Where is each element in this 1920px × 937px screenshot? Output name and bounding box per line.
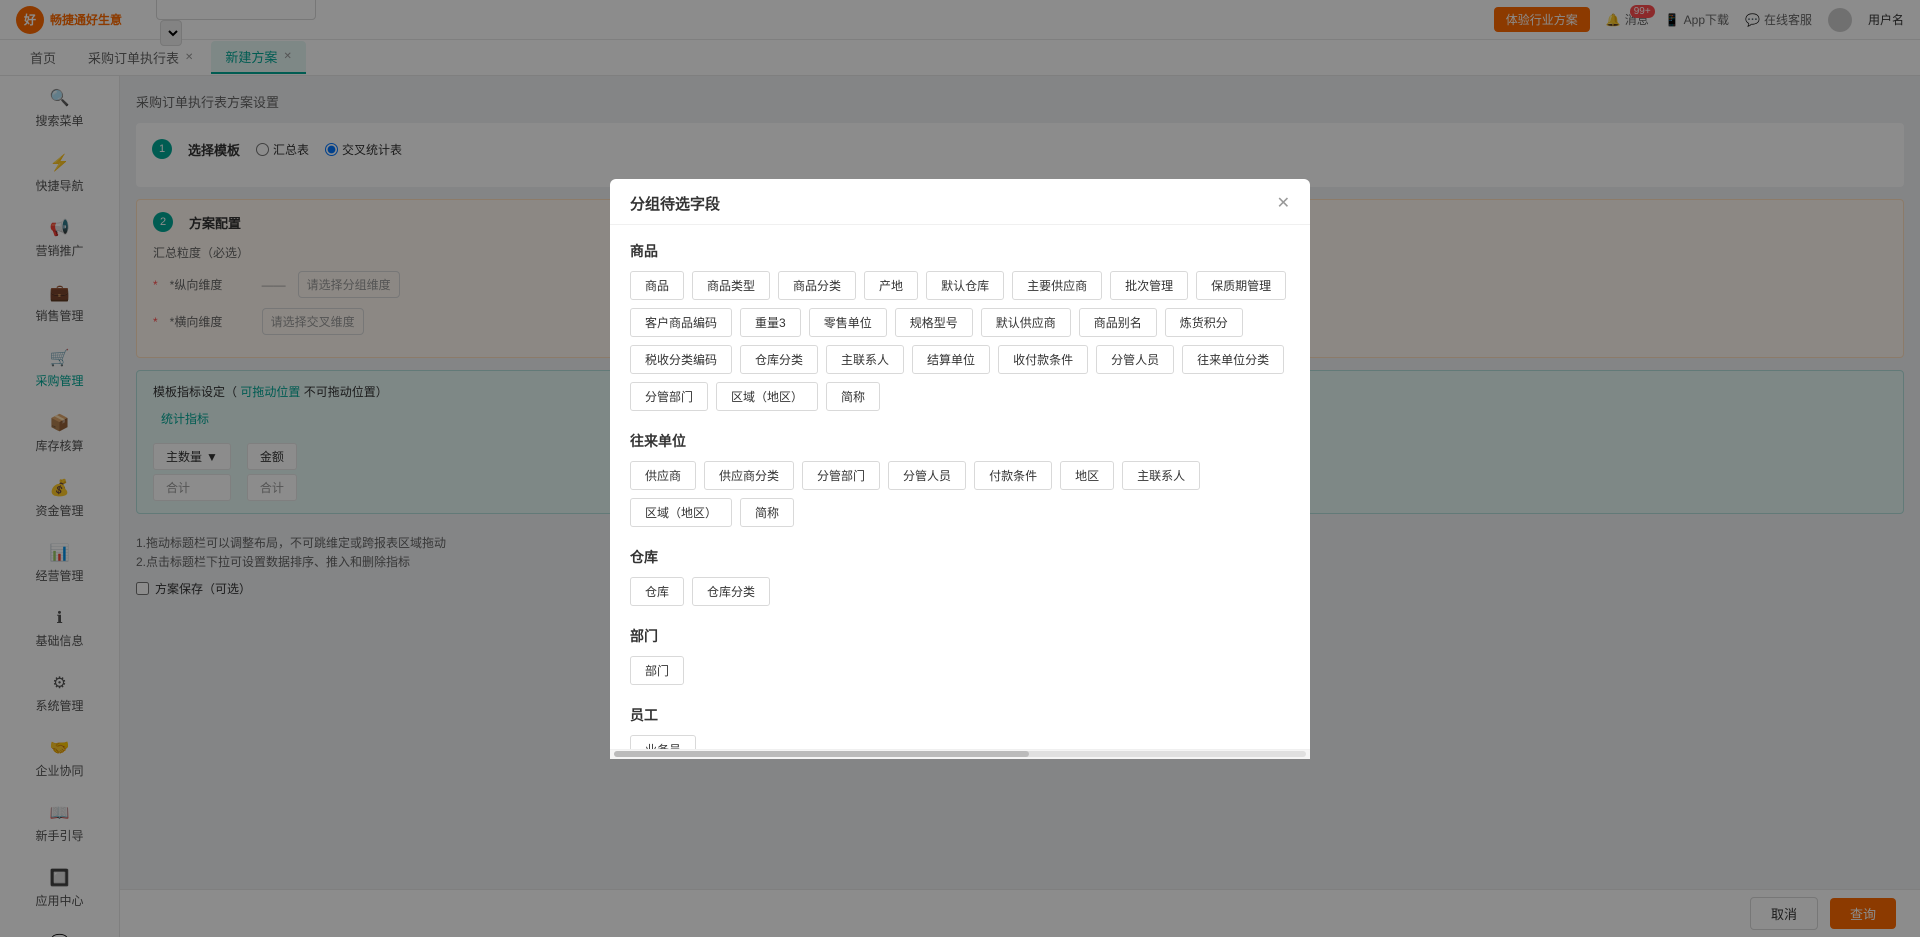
field-group-partner-title: 往来单位 — [630, 431, 1290, 451]
field-tag-refine-points[interactable]: 炼货积分 — [1165, 308, 1243, 337]
field-group-partner: 往来单位 供应商 供应商分类 分管部门 分管人员 付款条件 地区 主联系人 区域… — [630, 431, 1290, 527]
field-group-product: 商品 商品 商品类型 商品分类 产地 默认仓库 主要供应商 批次管理 保质期管理… — [630, 241, 1290, 411]
field-group-warehouse-title: 仓库 — [630, 547, 1290, 567]
field-tags-staff: 业务员 — [630, 735, 1290, 750]
field-tag-product-alias[interactable]: 商品别名 — [1079, 308, 1157, 337]
field-tag-supervisor-partner[interactable]: 分管人员 — [888, 461, 966, 490]
field-tag-main-contact-partner[interactable]: 主联系人 — [1122, 461, 1200, 490]
field-tag-default-supplier[interactable]: 默认供应商 — [981, 308, 1071, 337]
field-tag-warehouse-cat[interactable]: 仓库分类 — [692, 577, 770, 606]
modal-header: 分组待选字段 ✕ — [610, 179, 1310, 225]
field-tag-supplier-category[interactable]: 供应商分类 — [704, 461, 794, 490]
modal-field-select: 分组待选字段 ✕ 商品 商品 商品类型 商品分类 产地 默认仓库 主要供应商 批… — [610, 179, 1310, 759]
field-tag-spec-model[interactable]: 规格型号 — [895, 308, 973, 337]
field-tag-main-contact[interactable]: 主联系人 — [826, 345, 904, 374]
field-group-warehouse: 仓库 仓库 仓库分类 — [630, 547, 1290, 606]
field-tag-shelf-life[interactable]: 保质期管理 — [1196, 271, 1286, 300]
field-tag-supervisor[interactable]: 分管人员 — [1096, 345, 1174, 374]
modal-h-scrollbar[interactable] — [614, 751, 1306, 757]
modal-scrollbar-area — [610, 749, 1310, 758]
field-tag-main-supplier[interactable]: 主要供应商 — [1012, 271, 1102, 300]
field-tag-payment-terms[interactable]: 收付款条件 — [998, 345, 1088, 374]
field-group-product-title: 商品 — [630, 241, 1290, 261]
modal-overlay[interactable]: 分组待选字段 ✕ 商品 商品 商品类型 商品分类 产地 默认仓库 主要供应商 批… — [0, 0, 1920, 937]
field-tag-product-category[interactable]: 商品分类 — [778, 271, 856, 300]
field-tag-short-name-partner[interactable]: 简称 — [740, 498, 794, 527]
field-group-dept: 部门 部门 — [630, 626, 1290, 685]
field-tag-default-warehouse[interactable]: 默认仓库 — [926, 271, 1004, 300]
field-tag-supplier[interactable]: 供应商 — [630, 461, 696, 490]
field-tags-product: 商品 商品类型 商品分类 产地 默认仓库 主要供应商 批次管理 保质期管理 客户… — [630, 271, 1290, 411]
field-tag-customer-code[interactable]: 客户商品编码 — [630, 308, 732, 337]
modal-title: 分组待选字段 — [630, 193, 720, 214]
field-tag-origin[interactable]: 产地 — [864, 271, 918, 300]
field-tag-salesperson[interactable]: 业务员 — [630, 735, 696, 750]
field-tag-region-product[interactable]: 区域（地区） — [716, 382, 818, 411]
field-tag-weight3[interactable]: 重量3 — [740, 308, 801, 337]
field-tags-partner: 供应商 供应商分类 分管部门 分管人员 付款条件 地区 主联系人 区域（地区） … — [630, 461, 1290, 527]
field-tag-region-partner[interactable]: 区域（地区） — [630, 498, 732, 527]
field-tag-settlement-unit[interactable]: 结算单位 — [912, 345, 990, 374]
field-tags-warehouse: 仓库 仓库分类 — [630, 577, 1290, 606]
field-tag-short-name-product[interactable]: 简称 — [826, 382, 880, 411]
field-tag-batch-mgmt[interactable]: 批次管理 — [1110, 271, 1188, 300]
field-group-staff: 员工 业务员 — [630, 705, 1290, 750]
field-group-staff-title: 员工 — [630, 705, 1290, 725]
field-tag-dept[interactable]: 分管部门 — [630, 382, 708, 411]
field-tag-area[interactable]: 地区 — [1060, 461, 1114, 490]
modal-h-scrollbar-thumb — [614, 751, 1029, 757]
field-tag-warehouse[interactable]: 仓库 — [630, 577, 684, 606]
field-tag-tax-code[interactable]: 税收分类编码 — [630, 345, 732, 374]
field-tag-payment-cond[interactable]: 付款条件 — [974, 461, 1052, 490]
field-tag-product[interactable]: 商品 — [630, 271, 684, 300]
modal-body: 商品 商品 商品类型 商品分类 产地 默认仓库 主要供应商 批次管理 保质期管理… — [610, 225, 1310, 750]
field-tag-dept-partner[interactable]: 分管部门 — [802, 461, 880, 490]
field-group-dept-title: 部门 — [630, 626, 1290, 646]
field-tag-retail-unit[interactable]: 零售单位 — [809, 308, 887, 337]
field-tag-department[interactable]: 部门 — [630, 656, 684, 685]
field-tags-dept: 部门 — [630, 656, 1290, 685]
field-tag-warehouse-category[interactable]: 仓库分类 — [740, 345, 818, 374]
field-tag-partner-category[interactable]: 往来单位分类 — [1182, 345, 1284, 374]
modal-close-button[interactable]: ✕ — [1277, 193, 1290, 213]
field-tag-product-type[interactable]: 商品类型 — [692, 271, 770, 300]
